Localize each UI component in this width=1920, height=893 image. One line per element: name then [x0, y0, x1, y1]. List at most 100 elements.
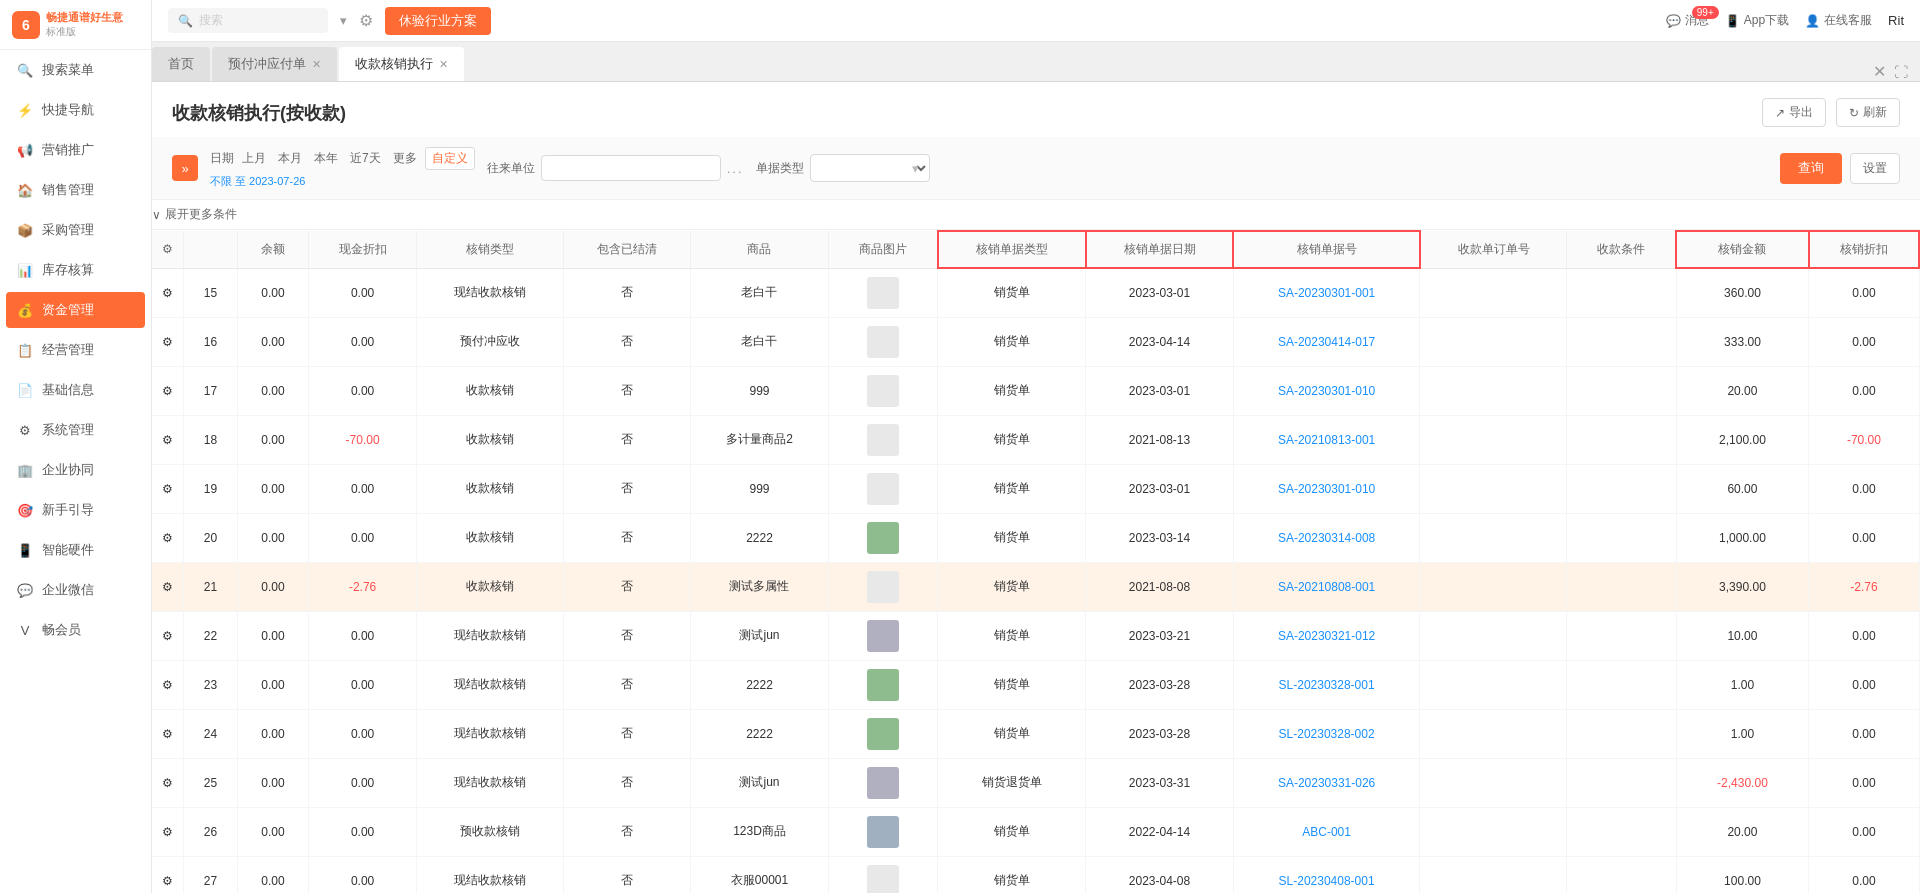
cell-product: 999 — [691, 366, 829, 415]
cell-order-no — [1420, 464, 1567, 513]
cell-type: 收款核销 — [417, 562, 563, 611]
tab-prepay[interactable]: 预付冲应付单 ✕ — [212, 47, 337, 81]
cell-voucher-no[interactable]: SL-20230408-001 — [1233, 856, 1419, 893]
sidebar-item-guide[interactable]: 🎯新手引导 — [0, 490, 151, 530]
filter-btn-7days[interactable]: 近7天 — [346, 148, 385, 169]
cell-cash-discount: 0.00 — [308, 513, 417, 562]
cell-voucher-no[interactable]: SL-20230328-001 — [1233, 660, 1419, 709]
cell-settings[interactable]: ⚙ — [152, 758, 184, 807]
sidebar-item-member[interactable]: V畅会员 — [0, 610, 151, 650]
cell-voucher-no[interactable]: SA-20230321-012 — [1233, 611, 1419, 660]
user-name[interactable]: Rit — [1888, 13, 1904, 28]
tab-expand-window[interactable]: ⛶ — [1894, 64, 1908, 80]
cell-type: 收款核销 — [417, 366, 563, 415]
sidebar-item-wechat[interactable]: 💬企业微信 — [0, 570, 151, 610]
cell-condition — [1567, 758, 1676, 807]
cell-voucher-date: 2023-03-14 — [1086, 513, 1234, 562]
cell-discount: 0.00 — [1809, 856, 1919, 893]
cell-settings[interactable]: ⚙ — [152, 807, 184, 856]
col-settings[interactable]: ⚙ — [152, 231, 184, 268]
topbar-search-icon: 🔍 — [178, 14, 193, 28]
cell-settings[interactable]: ⚙ — [152, 660, 184, 709]
cell-product-img — [828, 660, 937, 709]
cell-balance: 0.00 — [238, 856, 309, 893]
cell-balance: 0.00 — [238, 415, 309, 464]
sidebar-icon-marketing: 📢 — [16, 141, 34, 159]
cell-settings[interactable]: ⚙ — [152, 709, 184, 758]
filter-counterpart-input[interactable] — [541, 155, 721, 181]
settings-btn[interactable]: 设置 — [1850, 153, 1900, 184]
sidebar-item-operation[interactable]: 📋经营管理 — [0, 330, 151, 370]
sidebar-item-search[interactable]: 🔍搜索菜单 — [0, 50, 151, 90]
cell-amount: 1.00 — [1676, 709, 1809, 758]
cell-settings[interactable]: ⚙ — [152, 268, 184, 317]
cell-discount: -2.76 — [1809, 562, 1919, 611]
message-badge[interactable]: 💬 消息 99+ — [1666, 12, 1709, 29]
cell-voucher-type: 销货单 — [938, 807, 1086, 856]
cell-settings[interactable]: ⚙ — [152, 513, 184, 562]
cell-voucher-no[interactable]: SA-20210808-001 — [1233, 562, 1419, 611]
topbar-search-placeholder: 搜索 — [199, 12, 223, 29]
cell-type: 现结收款核销 — [417, 709, 563, 758]
cell-order-no — [1420, 317, 1567, 366]
cell-voucher-no[interactable]: SA-20230314-008 — [1233, 513, 1419, 562]
query-btn[interactable]: 查询 — [1780, 153, 1842, 184]
sidebar-item-purchase[interactable]: 📦采购管理 — [0, 210, 151, 250]
cell-voucher-no[interactable]: SA-20230331-026 — [1233, 758, 1419, 807]
refresh-btn[interactable]: ↻ 刷新 — [1836, 98, 1900, 127]
cell-voucher-no[interactable]: SL-20230328-002 — [1233, 709, 1419, 758]
cell-discount: -70.00 — [1809, 415, 1919, 464]
app-download[interactable]: 📱 App下载 — [1725, 12, 1789, 29]
sidebar-item-system[interactable]: ⚙系统管理 — [0, 410, 151, 450]
expand-more-btn[interactable]: ∨ 展开更多条件 — [152, 206, 1920, 223]
cell-settings[interactable]: ⚙ — [152, 464, 184, 513]
cell-product: 123D商品 — [691, 807, 829, 856]
export-btn[interactable]: ↗ 导出 — [1762, 98, 1826, 127]
sidebar-item-enterprise[interactable]: 🏢企业协同 — [0, 450, 151, 490]
cell-voucher-no[interactable]: SA-20230301-001 — [1233, 268, 1419, 317]
cell-product: 2222 — [691, 660, 829, 709]
cell-voucher-no[interactable]: SA-20210813-001 — [1233, 415, 1419, 464]
cell-voucher-type: 销货单 — [938, 709, 1086, 758]
cell-settings[interactable]: ⚙ — [152, 415, 184, 464]
cell-condition — [1567, 807, 1676, 856]
sidebar-item-sales[interactable]: 🏠销售管理 — [0, 170, 151, 210]
filter-voucher-type-select[interactable] — [810, 154, 930, 182]
tab-collection-close[interactable]: ✕ — [439, 58, 448, 71]
tab-home[interactable]: 首页 — [152, 47, 210, 81]
sidebar-item-hardware[interactable]: 📱智能硬件 — [0, 530, 151, 570]
industry-btn[interactable]: 休验行业方案 — [385, 7, 491, 35]
cell-voucher-no[interactable]: SA-20230301-010 — [1233, 366, 1419, 415]
cell-voucher-no[interactable]: ABC-001 — [1233, 807, 1419, 856]
cell-settings[interactable]: ⚙ — [152, 562, 184, 611]
filter-btn-more[interactable]: 更多 — [389, 148, 421, 169]
cell-settings[interactable]: ⚙ — [152, 856, 184, 893]
tab-close-window[interactable]: ✕ — [1873, 62, 1886, 81]
content-header: 收款核销执行(按收款) ↗ 导出 ↻ 刷新 — [152, 82, 1920, 137]
cell-settings[interactable]: ⚙ — [152, 317, 184, 366]
filter-btn-last-month[interactable]: 上月 — [238, 148, 270, 169]
topbar-settings-icon[interactable]: ⚙ — [359, 11, 373, 30]
cell-product: 衣服00001 — [691, 856, 829, 893]
sidebar-item-marketing[interactable]: 📢营销推广 — [0, 130, 151, 170]
sidebar-item-finance[interactable]: 💰资金管理 — [6, 292, 145, 328]
cell-voucher-no[interactable]: SA-20230301-010 — [1233, 464, 1419, 513]
cell-voucher-date: 2023-03-28 — [1086, 660, 1234, 709]
tab-collection[interactable]: 收款核销执行 ✕ — [339, 47, 464, 81]
online-service[interactable]: 👤 在线客服 — [1805, 12, 1872, 29]
filter-btn-this-year[interactable]: 本年 — [310, 148, 342, 169]
filter-expand-btn[interactable]: » — [172, 155, 198, 181]
sidebar-item-quick-nav[interactable]: ⚡快捷导航 — [0, 90, 151, 130]
col-discount: 核销折扣 — [1809, 231, 1919, 268]
filter-btn-this-month[interactable]: 本月 — [274, 148, 306, 169]
sidebar-item-inventory[interactable]: 📊库存核算 — [0, 250, 151, 290]
topbar-dropdown-icon[interactable]: ▾ — [340, 13, 347, 28]
filter-btn-custom[interactable]: 自定义 — [425, 147, 475, 170]
cell-voucher-no[interactable]: SA-20230414-017 — [1233, 317, 1419, 366]
sidebar-item-basic-info[interactable]: 📄基础信息 — [0, 370, 151, 410]
sidebar-icon-basic-info: 📄 — [16, 381, 34, 399]
tab-prepay-close[interactable]: ✕ — [312, 58, 321, 71]
cell-settings[interactable]: ⚙ — [152, 611, 184, 660]
cell-voucher-type: 销货单 — [938, 366, 1086, 415]
cell-settings[interactable]: ⚙ — [152, 366, 184, 415]
